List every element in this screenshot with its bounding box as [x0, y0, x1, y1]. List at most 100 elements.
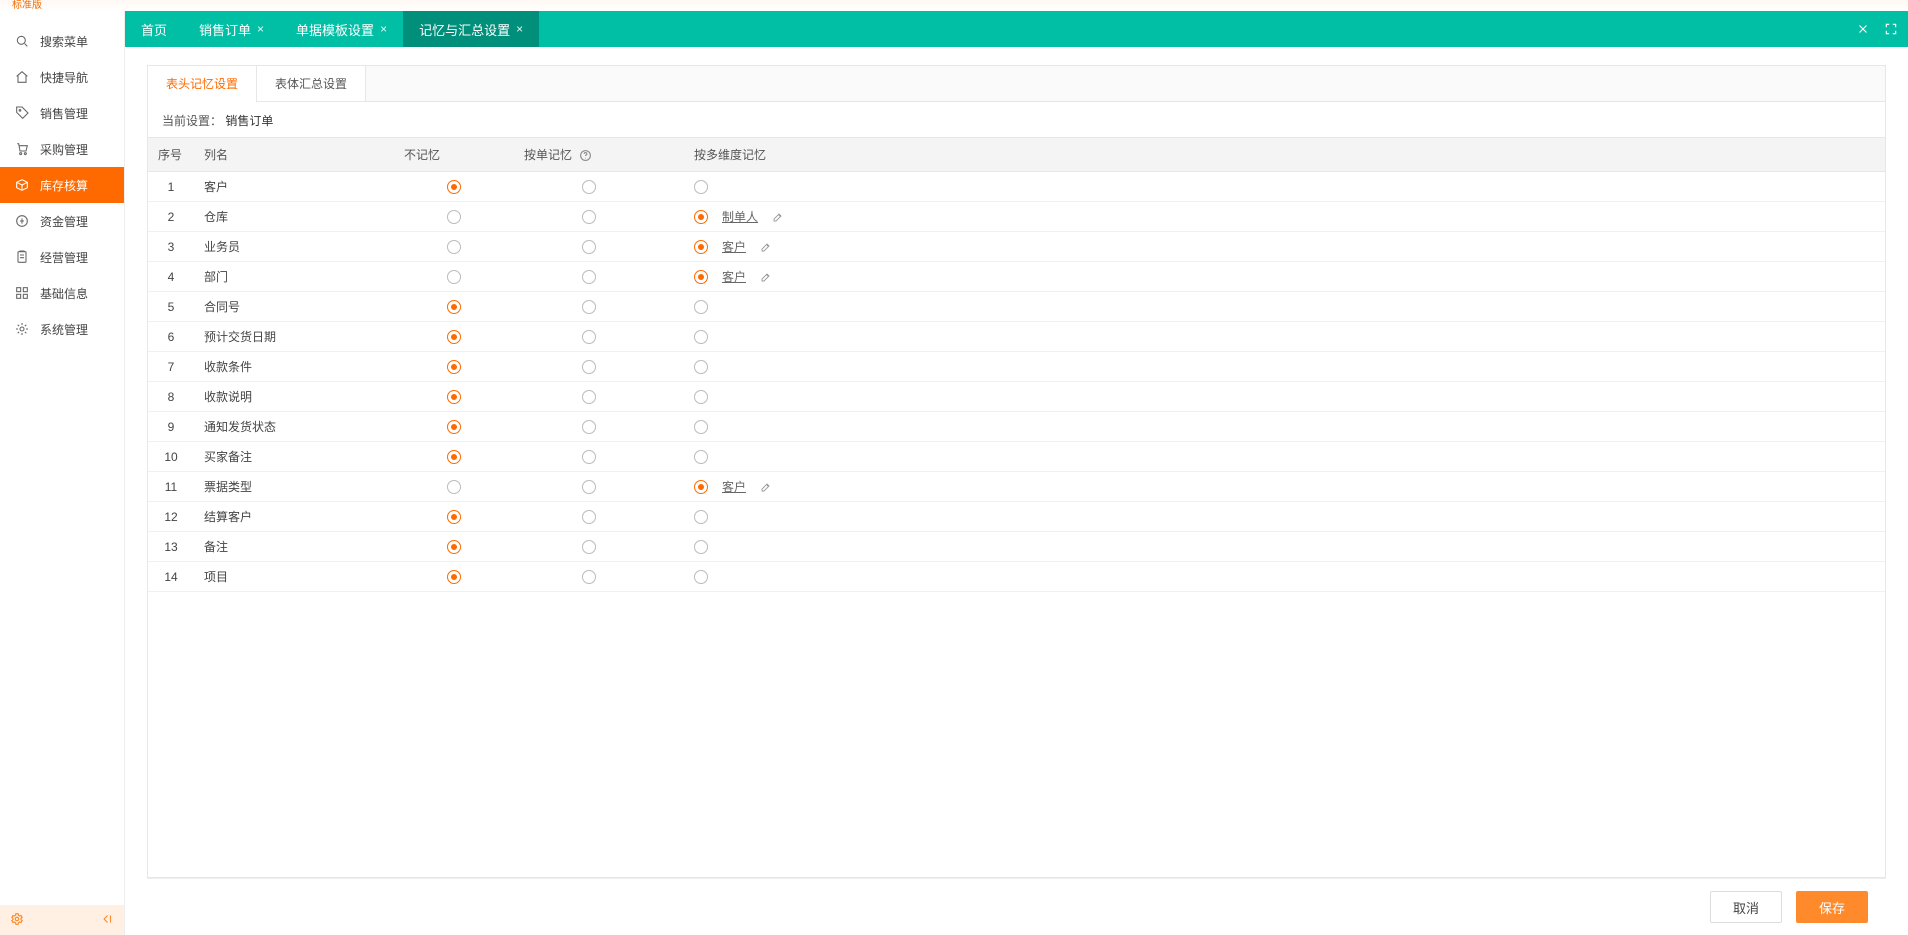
radio-multi-dim[interactable] — [694, 330, 708, 344]
radio-by-order[interactable] — [582, 480, 596, 494]
radio-no-memory[interactable] — [447, 240, 461, 254]
col-name: 列名 — [194, 138, 394, 172]
radio-by-order[interactable] — [582, 180, 596, 194]
radio-by-order[interactable] — [582, 420, 596, 434]
tab-0[interactable]: 首页 — [125, 11, 183, 47]
footer: 取消 保存 — [147, 878, 1886, 935]
edit-icon[interactable] — [772, 211, 784, 223]
radio-multi-dim[interactable] — [694, 180, 708, 194]
radio-no-memory[interactable] — [447, 480, 461, 494]
radio-no-memory[interactable] — [447, 540, 461, 554]
edit-icon[interactable] — [760, 271, 772, 283]
cell-name: 通知发货状态 — [194, 412, 394, 442]
cell-seq: 11 — [148, 472, 194, 502]
inner-tab-1[interactable]: 表体汇总设置 — [257, 65, 366, 101]
radio-by-order[interactable] — [582, 300, 596, 314]
coin-icon — [14, 213, 30, 229]
radio-no-memory[interactable] — [447, 360, 461, 374]
tab-3[interactable]: 记忆与汇总设置 × — [403, 11, 539, 47]
cell-name: 项目 — [194, 562, 394, 592]
close-icon[interactable]: × — [380, 22, 387, 36]
radio-by-order[interactable] — [582, 510, 596, 524]
sidebar-item-label: 资金管理 — [40, 213, 88, 230]
cell-multi-dim — [664, 382, 1885, 412]
sidebar-item-4[interactable]: 库存核算 — [0, 167, 124, 203]
radio-no-memory[interactable] — [447, 570, 461, 584]
radio-multi-dim[interactable] — [694, 390, 708, 404]
sidebar-item-label: 搜索菜单 — [40, 33, 88, 50]
radio-by-order[interactable] — [582, 360, 596, 374]
radio-no-memory[interactable] — [447, 210, 461, 224]
cell-no-memory — [394, 412, 514, 442]
save-button[interactable]: 保存 — [1796, 891, 1868, 923]
tab-1[interactable]: 销售订单× — [183, 11, 280, 47]
radio-multi-dim[interactable] — [694, 510, 708, 524]
close-icon[interactable]: × — [257, 22, 264, 36]
cell-seq: 2 — [148, 202, 194, 232]
radio-no-memory[interactable] — [447, 510, 461, 524]
radio-by-order[interactable] — [582, 570, 596, 584]
sidebar-item-5[interactable]: 资金管理 — [0, 203, 124, 239]
cell-name: 票据类型 — [194, 472, 394, 502]
radio-by-order[interactable] — [582, 450, 596, 464]
sidebar-item-8[interactable]: 系统管理 — [0, 311, 124, 347]
collapse-icon[interactable] — [100, 912, 114, 929]
sidebar-item-0[interactable]: 搜索菜单 — [0, 23, 124, 59]
radio-multi-dim[interactable] — [694, 360, 708, 374]
radio-multi-dim[interactable] — [694, 300, 708, 314]
sidebar: 搜索菜单快捷导航销售管理采购管理库存核算资金管理经营管理基础信息系统管理 — [0, 11, 125, 935]
cell-seq: 1 — [148, 172, 194, 202]
radio-multi-dim[interactable] — [694, 480, 708, 494]
cell-name: 备注 — [194, 532, 394, 562]
radio-no-memory[interactable] — [447, 270, 461, 284]
radio-multi-dim[interactable] — [694, 210, 708, 224]
radio-by-order[interactable] — [582, 540, 596, 554]
multi-dim-link[interactable]: 客户 — [722, 268, 746, 285]
radio-by-order[interactable] — [582, 330, 596, 344]
sidebar-item-1[interactable]: 快捷导航 — [0, 59, 124, 95]
cell-by-order — [514, 292, 664, 322]
radio-by-order[interactable] — [582, 210, 596, 224]
radio-multi-dim[interactable] — [694, 450, 708, 464]
sidebar-item-2[interactable]: 销售管理 — [0, 95, 124, 131]
fullscreen-button[interactable] — [1882, 20, 1900, 38]
tab-label: 单据模板设置 — [296, 20, 374, 39]
radio-no-memory[interactable] — [447, 180, 461, 194]
radio-no-memory[interactable] — [447, 300, 461, 314]
sidebar-item-3[interactable]: 采购管理 — [0, 131, 124, 167]
radio-no-memory[interactable] — [447, 450, 461, 464]
close-all-tabs-button[interactable] — [1854, 20, 1872, 38]
radio-multi-dim[interactable] — [694, 570, 708, 584]
multi-dim-link[interactable]: 制单人 — [722, 208, 758, 225]
settings-icon[interactable] — [10, 912, 24, 929]
sidebar-item-7[interactable]: 基础信息 — [0, 275, 124, 311]
sidebar-item-6[interactable]: 经营管理 — [0, 239, 124, 275]
sidebar-item-label: 库存核算 — [40, 177, 88, 194]
sidebar-footer — [0, 905, 124, 935]
multi-dim-link[interactable]: 客户 — [722, 478, 746, 495]
cell-by-order — [514, 562, 664, 592]
inner-tab-0[interactable]: 表头记忆设置 — [148, 65, 257, 101]
tab-label: 记忆与汇总设置 — [419, 20, 510, 39]
tab-2[interactable]: 单据模板设置 × — [280, 11, 403, 47]
edit-icon[interactable] — [760, 241, 772, 253]
help-icon[interactable] — [579, 149, 592, 162]
cell-by-order — [514, 502, 664, 532]
edit-icon[interactable] — [760, 481, 772, 493]
cell-multi-dim: 制单人 — [664, 202, 1885, 232]
multi-dim-link[interactable]: 客户 — [722, 238, 746, 255]
radio-by-order[interactable] — [582, 270, 596, 284]
radio-multi-dim[interactable] — [694, 270, 708, 284]
radio-multi-dim[interactable] — [694, 540, 708, 554]
cancel-button[interactable]: 取消 — [1710, 891, 1782, 923]
col-seq: 序号 — [148, 138, 194, 172]
close-icon[interactable]: × — [516, 22, 523, 36]
radio-no-memory[interactable] — [447, 420, 461, 434]
radio-no-memory[interactable] — [447, 390, 461, 404]
table-row: 9通知发货状态 — [148, 412, 1885, 442]
radio-multi-dim[interactable] — [694, 420, 708, 434]
radio-by-order[interactable] — [582, 240, 596, 254]
radio-multi-dim[interactable] — [694, 240, 708, 254]
radio-by-order[interactable] — [582, 390, 596, 404]
radio-no-memory[interactable] — [447, 330, 461, 344]
